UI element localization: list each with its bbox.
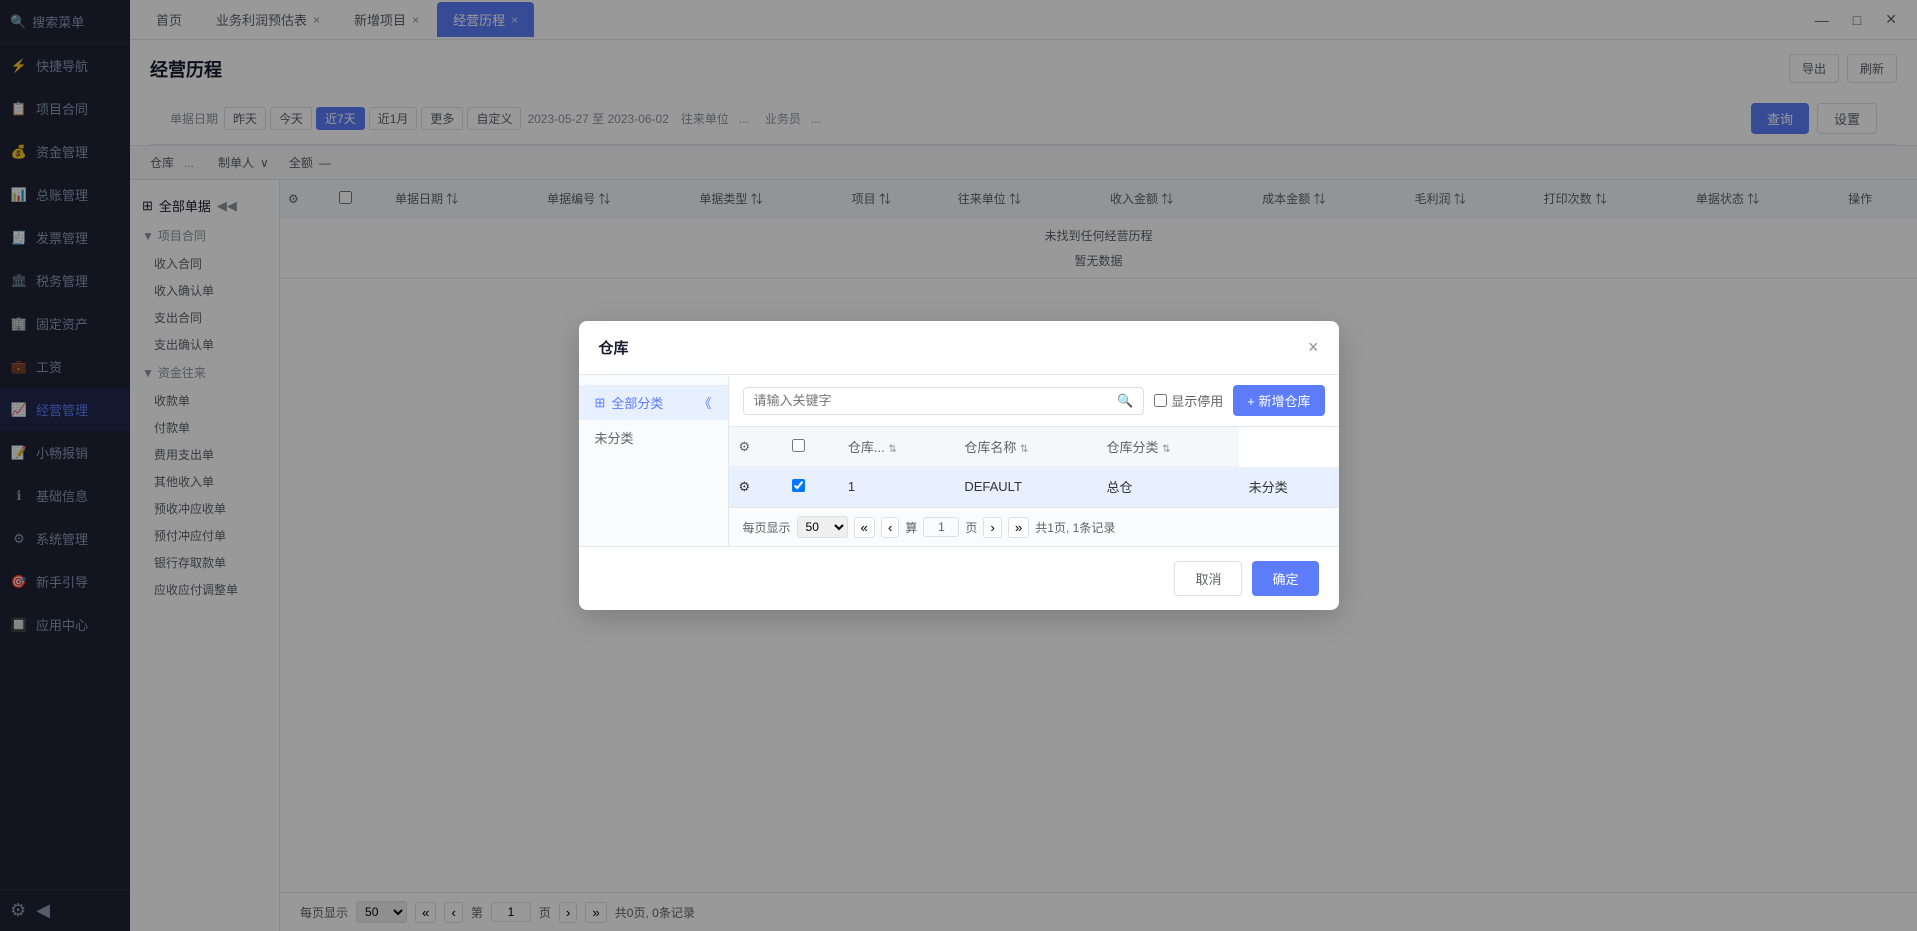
modal-row-checkbox-0[interactable] [782,467,838,507]
modal-next-page-button[interactable]: › [983,517,1001,538]
modal-last-page-button[interactable]: » [1008,517,1029,538]
modal-first-page-button[interactable]: « [854,517,875,538]
modal-col-name: 仓库名称 ⇅ [954,427,1096,467]
show-disabled-checkbox[interactable] [1154,394,1167,407]
modal-item-label-0: 未分类 [595,428,634,447]
modal-right-panel: 🔍 显示停用 + 新增仓库 ⚙ 仓库... ⇅ [729,375,1339,546]
add-warehouse-button[interactable]: + 新增仓库 [1233,385,1324,416]
modal-col-code: 仓库... ⇅ [838,427,954,467]
modal-search-icon: 🔍 [1117,393,1133,409]
sort-category-icon[interactable]: ⇅ [1162,444,1170,455]
warehouse-modal: 仓库 × ⊞ 全部分类 《 未分类 🔍 [579,321,1339,610]
modal-left-collapse-icon[interactable]: 《 [698,393,711,412]
modal-row-category-0: 未分类 [1239,467,1339,507]
sort-name-icon[interactable]: ⇅ [1020,444,1028,455]
modal-total-text: 共1页, 1条记录 [1035,519,1115,536]
modal-page-label: 算 [905,519,917,536]
modal-select-all[interactable] [792,439,805,452]
modal-header: 仓库 × [579,321,1339,375]
grid-icon: ⊞ [595,395,606,411]
modal-page-suffix: 页 [965,519,977,536]
modal-prev-page-button[interactable]: ‹ [881,517,899,538]
modal-body: ⊞ 全部分类 《 未分类 🔍 显示停用 + 新增仓库 [579,375,1339,546]
modal-row-code-0: DEFAULT [954,467,1096,507]
modal-row-name-0: 总仓 [1096,467,1238,507]
cancel-button[interactable]: 取消 [1174,561,1242,596]
modal-col-settings[interactable]: ⚙ [729,427,783,467]
confirm-button[interactable]: 确定 [1252,561,1318,596]
modal-overlay[interactable]: 仓库 × ⊞ 全部分类 《 未分类 🔍 [0,0,1917,931]
modal-table: ⚙ 仓库... ⇅ 仓库名称 ⇅ 仓库分类 ⇅ ⚙ 1 DEFAULT 总仓 未… [729,427,1339,507]
modal-close-button[interactable]: × [1308,337,1319,358]
modal-col-checkbox[interactable] [782,427,838,467]
sort-code-icon[interactable]: ⇅ [888,444,896,455]
show-disabled-label[interactable]: 显示停用 [1154,391,1223,410]
modal-table-row[interactable]: ⚙ 1 DEFAULT 总仓 未分类 [729,467,1339,507]
modal-left-all-label: 全部分类 [611,393,663,412]
modal-search-input[interactable] [754,393,1118,408]
modal-row-id-0: 1 [838,467,954,507]
modal-row-settings-0[interactable]: ⚙ [729,467,783,507]
modal-title-text: 仓库 [599,337,629,358]
modal-row-cb-0[interactable] [792,479,805,492]
modal-search-box[interactable]: 🔍 [743,387,1145,415]
modal-page-number-input[interactable] [923,517,959,537]
modal-table-wrap: ⚙ 仓库... ⇅ 仓库名称 ⇅ 仓库分类 ⇅ ⚙ 1 DEFAULT 总仓 未… [729,427,1339,507]
modal-col-category: 仓库分类 ⇅ [1096,427,1238,467]
modal-left-panel: ⊞ 全部分类 《 未分类 [579,375,729,546]
modal-actions: 取消 确定 [579,546,1339,610]
modal-left-item-0[interactable]: 未分类 [579,420,728,455]
modal-toolbar: 🔍 显示停用 + 新增仓库 [729,375,1339,427]
modal-page-size-select[interactable]: 50 10 20 100 [797,516,848,538]
modal-footer-bar: 每页显示 50 10 20 100 « ‹ 算 页 › » 共1页, 1条记录 [729,507,1339,546]
show-disabled-text: 显示停用 [1171,391,1223,410]
modal-page-size-label: 每页显示 [743,519,791,536]
modal-left-all-item[interactable]: ⊞ 全部分类 《 [579,385,728,420]
